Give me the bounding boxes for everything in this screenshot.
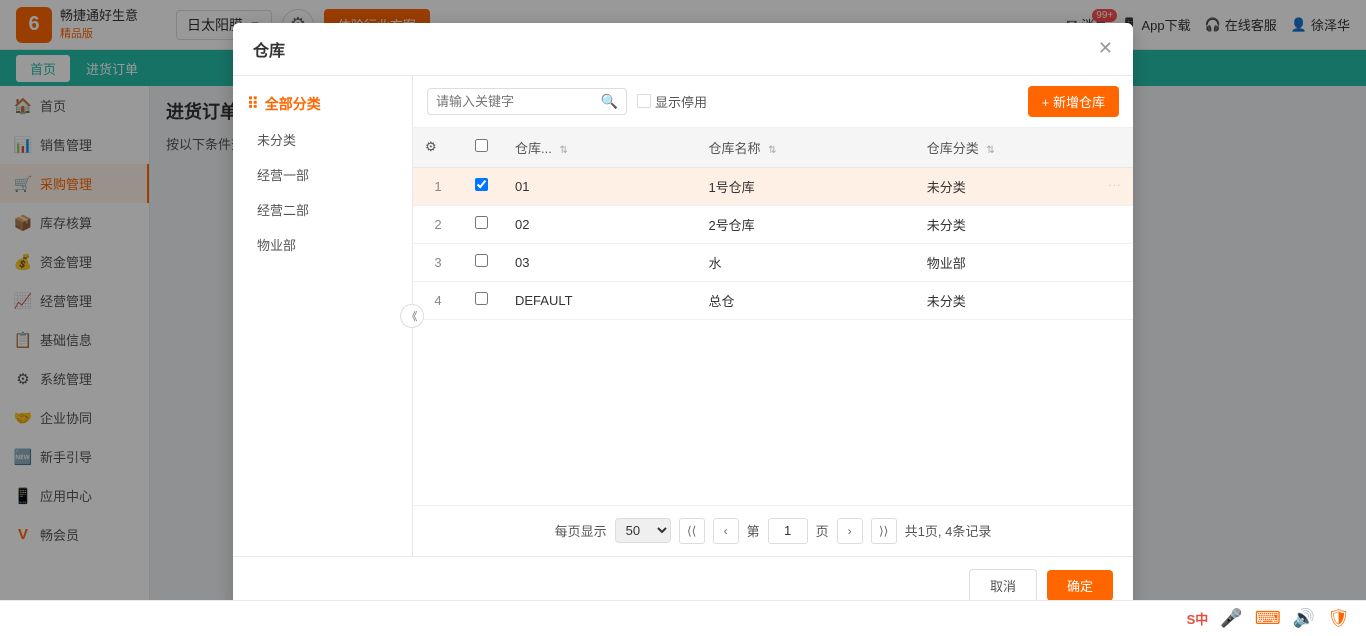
first-page-button[interactable]: ⟨⟨ <box>679 518 705 544</box>
row-actions-icon[interactable]: ··· <box>1108 177 1121 192</box>
row-number: 3 <box>413 243 463 281</box>
list-toolbar: 🔍 显示停用 + 新增仓库 <box>413 76 1133 128</box>
sort-category-icon: ⇅ <box>986 145 994 156</box>
search-icon[interactable]: 🔍 <box>601 93 618 110</box>
dialog-close-button[interactable]: ✕ <box>1098 38 1113 59</box>
keyboard-icon[interactable]: ⌨ <box>1255 608 1281 629</box>
row-category: 未分类··· <box>915 167 1133 205</box>
row-name: 1号仓库 <box>696 167 914 205</box>
row-code: DEFAULT <box>503 281 696 319</box>
row-name: 总仓 <box>696 281 914 319</box>
warehouse-table: ⚙ 仓库... ⇅ 仓库名称 <box>413 128 1133 320</box>
table-row[interactable]: 2 02 2号仓库 未分类 <box>413 205 1133 243</box>
row-code: 03 <box>503 243 696 281</box>
page-input[interactable] <box>768 518 808 544</box>
row-code: 01 <box>503 167 696 205</box>
next-page-button[interactable]: › <box>837 518 863 544</box>
speaker-icon[interactable]: 🔊 <box>1293 608 1315 629</box>
row-number: 2 <box>413 205 463 243</box>
bottom-bar: S中 🎤 ⌨ 🔊 🛡 <box>0 600 1366 636</box>
add-warehouse-button[interactable]: + 新增仓库 <box>1028 86 1119 117</box>
row-checkbox[interactable] <box>463 167 503 205</box>
cancel-button[interactable]: 取消 <box>969 569 1037 602</box>
collapse-button[interactable]: 《 <box>400 304 424 328</box>
sort-name-icon: ⇅ <box>768 145 776 156</box>
category-dot-icon: ⠿ <box>247 94 259 114</box>
col-category: 仓库分类 ⇅ <box>915 128 1133 168</box>
page-size-select[interactable]: 50 100 <box>615 518 671 543</box>
row-category: 未分类 <box>915 281 1133 319</box>
col-settings: ⚙ <box>413 128 463 168</box>
shield-icon[interactable]: 🛡 <box>1327 608 1350 629</box>
category-panel: 《 ⠿ 全部分类 未分类 经营一部 经营二部 物业部 <box>233 76 413 556</box>
confirm-button[interactable]: 确定 <box>1047 570 1113 601</box>
col-code: 仓库... ⇅ <box>503 128 696 168</box>
settings-col-icon: ⚙ <box>425 139 437 154</box>
warehouse-dialog: 仓库 ✕ 《 ⠿ 全部分类 未分类 经营一部 经营二部 <box>233 23 1133 614</box>
category-property[interactable]: 物业部 <box>233 227 412 262</box>
category-all[interactable]: ⠿ 全部分类 <box>233 86 412 122</box>
ime-icon[interactable]: S中 <box>1187 609 1209 628</box>
row-category: 未分类 <box>915 205 1133 243</box>
table-row[interactable]: 4 DEFAULT 总仓 未分类 <box>413 281 1133 319</box>
row-number: 1 <box>413 167 463 205</box>
row-checkbox[interactable] <box>463 205 503 243</box>
row-name: 2号仓库 <box>696 205 914 243</box>
select-all-checkbox[interactable] <box>475 139 488 152</box>
row-name: 水 <box>696 243 914 281</box>
prev-page-button[interactable]: ‹ <box>713 518 739 544</box>
row-checkbox[interactable] <box>463 281 503 319</box>
checkbox-icon[interactable] <box>637 94 651 108</box>
sort-code-icon: ⇅ <box>559 145 567 156</box>
row-code: 02 <box>503 205 696 243</box>
show-disabled-checkbox[interactable]: 显示停用 <box>637 92 707 111</box>
dialog-body: 《 ⠿ 全部分类 未分类 经营一部 经营二部 物业部 <box>233 76 1133 556</box>
table-row[interactable]: 3 03 水 物业部 <box>413 243 1133 281</box>
col-checkbox <box>463 128 503 168</box>
modal-overlay: 仓库 ✕ 《 ⠿ 全部分类 未分类 经营一部 经营二部 <box>0 0 1366 636</box>
pagination: 每页显示 50 100 ⟨⟨ ‹ 第 页 › ⟩⟩ 共1页, 4条记录 <box>413 505 1133 556</box>
warehouse-list-panel: 🔍 显示停用 + 新增仓库 ⚙ <box>413 76 1133 556</box>
warehouse-table-wrap: ⚙ 仓库... ⇅ 仓库名称 <box>413 128 1133 505</box>
last-page-button[interactable]: ⟩⟩ <box>871 518 897 544</box>
row-checkbox[interactable] <box>463 243 503 281</box>
dialog-title: 仓库 <box>253 37 285 61</box>
search-wrap: 🔍 <box>427 88 627 115</box>
mic-icon[interactable]: 🎤 <box>1220 608 1242 629</box>
category-dept1[interactable]: 经营一部 <box>233 157 412 192</box>
row-category: 物业部 <box>915 243 1133 281</box>
search-input[interactable] <box>436 94 595 109</box>
category-dept2[interactable]: 经营二部 <box>233 192 412 227</box>
col-name: 仓库名称 ⇅ <box>696 128 914 168</box>
dialog-header: 仓库 ✕ <box>233 23 1133 76</box>
category-unclassified[interactable]: 未分类 <box>233 122 412 157</box>
table-row[interactable]: 1 01 1号仓库 未分类··· <box>413 167 1133 205</box>
